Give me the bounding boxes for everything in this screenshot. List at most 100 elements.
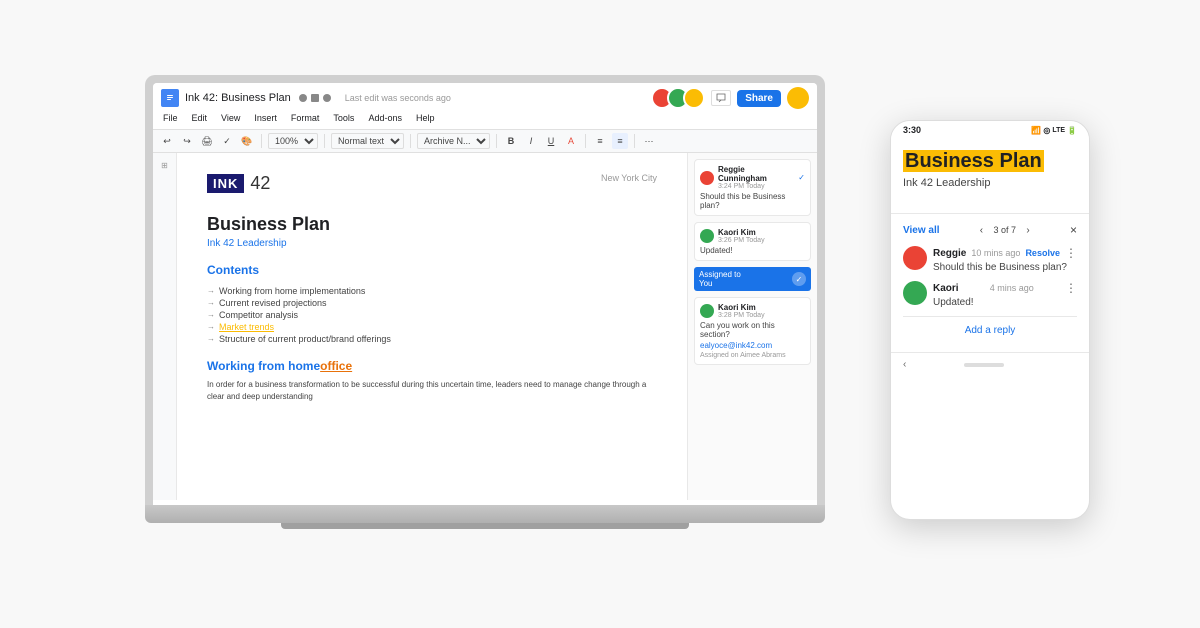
user-avatar[interactable]: [787, 87, 809, 109]
laptop-screen-outer: Ink 42: Business Plan Last edit was seco…: [145, 75, 825, 505]
phone-prev-button[interactable]: ‹: [973, 222, 989, 238]
laptop-screen: Ink 42: Business Plan Last edit was seco…: [153, 83, 817, 505]
phone-status-bar: 3:30 📶 ◎ LTE 🔋: [891, 121, 1089, 139]
phone-doc-title: Business Plan: [903, 150, 1044, 172]
list-item-3: Competitor analysis: [207, 309, 657, 321]
doc-title: Business Plan: [207, 214, 657, 235]
menu-format[interactable]: Format: [289, 112, 322, 124]
zoom-select[interactable]: 100%: [268, 133, 318, 149]
comment-2-meta: Kaori Kim 3:26 PM Today: [718, 228, 765, 244]
bold-button[interactable]: B: [503, 133, 519, 149]
folder-icon[interactable]: [311, 94, 319, 102]
docs-top-right: Share: [651, 87, 809, 109]
last-edit-text: Last edit was seconds ago: [345, 93, 451, 103]
cloud-icon: [323, 94, 331, 102]
logo-number-text: 42: [250, 173, 270, 194]
underline-button[interactable]: U: [543, 133, 559, 149]
contents-heading: Contents: [207, 263, 657, 277]
phone-back-arrow[interactable]: ‹: [903, 359, 906, 370]
paint-button[interactable]: 🎨: [239, 133, 255, 149]
menu-addons[interactable]: Add-ons: [366, 112, 404, 124]
comment-card-2: Kaori Kim 3:26 PM Today Updated!: [694, 222, 811, 261]
style-select[interactable]: Normal text: [331, 133, 404, 149]
docs-left-sidebar: ⊞: [153, 153, 177, 500]
star-icon[interactable]: [299, 94, 307, 102]
list-item-5: Structure of current product/brand offer…: [207, 333, 657, 345]
lte-icon: LTE: [1052, 127, 1065, 134]
text-color-button[interactable]: A: [563, 133, 579, 149]
toolbar-sep-3: [410, 134, 411, 148]
logo-ink-text: INK: [207, 174, 244, 193]
assigned-check-icon[interactable]: ✓: [792, 272, 806, 286]
avatar-user3: [683, 87, 705, 109]
assigned-text: Assigned toYou: [699, 270, 741, 288]
docs-main-content[interactable]: INK 42 New York City Business Plan Ink 4…: [177, 153, 687, 500]
section-heading: Working from homeoffice: [207, 359, 657, 373]
wifi-icon: 📶: [1031, 126, 1041, 135]
undo-button[interactable]: ↩: [159, 133, 175, 149]
phone-comment-2-header: Kaori 4 mins ago ⋮: [933, 281, 1077, 295]
phone-view-all-row: View all ‹ 3 of 7 › ×: [903, 222, 1077, 238]
comment-card-1: Reggie Cunningham 3:24 PM Today ✓ Should…: [694, 159, 811, 216]
phone-comment-1-header: Reggie 10 mins ago Resolve ⋮: [933, 246, 1077, 260]
share-button[interactable]: Share: [737, 90, 781, 107]
doc-logo: INK 42: [207, 173, 270, 194]
phone-comments-section: View all ‹ 3 of 7 › × Reggie: [891, 213, 1089, 352]
redo-button[interactable]: ↪: [179, 133, 195, 149]
phone-doc-title-wrapper: Business Plan: [903, 149, 1077, 173]
phone-more-icon-2[interactable]: ⋮: [1065, 281, 1077, 295]
menu-insert[interactable]: Insert: [252, 112, 279, 124]
menu-help[interactable]: Help: [414, 112, 437, 124]
phone-comment-1: Reggie 10 mins ago Resolve ⋮ Should this…: [903, 246, 1077, 273]
phone-view-all-label[interactable]: View all: [903, 225, 940, 236]
contents-list: Working from home implementations Curren…: [207, 285, 657, 345]
menu-edit[interactable]: Edit: [190, 112, 210, 124]
comment-3-link[interactable]: ealyoce@ink42.com: [700, 341, 805, 350]
align-center-button[interactable]: ≡: [612, 133, 628, 149]
toolbar-sep-6: [634, 134, 635, 148]
comment-3-author: Kaori Kim: [718, 303, 765, 312]
list-item-4: Market trends: [207, 321, 657, 333]
comment-1-author: Reggie Cunningham: [718, 165, 794, 183]
menu-file[interactable]: File: [161, 112, 180, 124]
phone-resolve-button[interactable]: Resolve: [1025, 248, 1060, 258]
menu-tools[interactable]: Tools: [331, 112, 356, 124]
docs-comments-panel: Reggie Cunningham 3:24 PM Today ✓ Should…: [687, 153, 817, 500]
menu-view[interactable]: View: [219, 112, 242, 124]
phone-nav: ‹ 3 of 7 ›: [973, 222, 1036, 238]
phone-close-button[interactable]: ×: [1070, 223, 1077, 237]
phone-comment-2-author: Kaori: [933, 283, 959, 294]
print-button[interactable]: 🖨: [199, 133, 215, 149]
comment-2-avatar: [700, 229, 714, 243]
phone-more-icon[interactable]: ⋮: [1065, 246, 1077, 260]
phone-comment-1-author: Reggie: [933, 248, 966, 259]
phone-doc-content: Business Plan Ink 42 Leadership: [891, 139, 1089, 213]
page-indicator: ⊞: [153, 161, 176, 170]
phone-comment-2: Kaori 4 mins ago ⋮ Updated!: [903, 281, 1077, 308]
laptop-foot: [281, 523, 689, 529]
more-options-button[interactable]: ⋯: [641, 133, 657, 149]
font-select[interactable]: Archive N...: [417, 133, 490, 149]
comment-3-assignee: Assigned on Aimee Abrams: [700, 352, 805, 359]
align-left-button[interactable]: ≡: [592, 133, 608, 149]
laptop: Ink 42: Business Plan Last edit was seco…: [145, 75, 825, 545]
phone-add-reply[interactable]: Add a reply: [903, 316, 1077, 344]
comments-toggle[interactable]: [711, 90, 731, 106]
comment-3-meta: Kaori Kim 3:28 PM Today: [718, 303, 765, 319]
spellcheck-button[interactable]: ✓: [219, 133, 235, 149]
phone-comment-2-body: Kaori 4 mins ago ⋮ Updated!: [933, 281, 1077, 308]
comment-card-3: Kaori Kim 3:28 PM Today Can you work on …: [694, 297, 811, 365]
doc-paragraph: In order for a business transformation t…: [207, 379, 657, 403]
phone-home-indicator[interactable]: [964, 363, 1004, 367]
phone-time: 3:30: [903, 125, 921, 135]
italic-button[interactable]: I: [523, 133, 539, 149]
list-item-1: Working from home implementations: [207, 285, 657, 297]
phone-doc-subtitle: Ink 42 Leadership: [903, 177, 1077, 189]
phone-next-button[interactable]: ›: [1020, 222, 1036, 238]
comment-2-text: Updated!: [700, 246, 805, 255]
docs-title-icons: [299, 94, 331, 102]
phone-nav-count: 3 of 7: [993, 225, 1016, 235]
phone-status-icons: 📶 ◎ LTE 🔋: [1031, 126, 1077, 135]
comment-2-header: Kaori Kim 3:26 PM Today: [700, 228, 805, 244]
battery-icon: 🔋: [1067, 126, 1077, 135]
